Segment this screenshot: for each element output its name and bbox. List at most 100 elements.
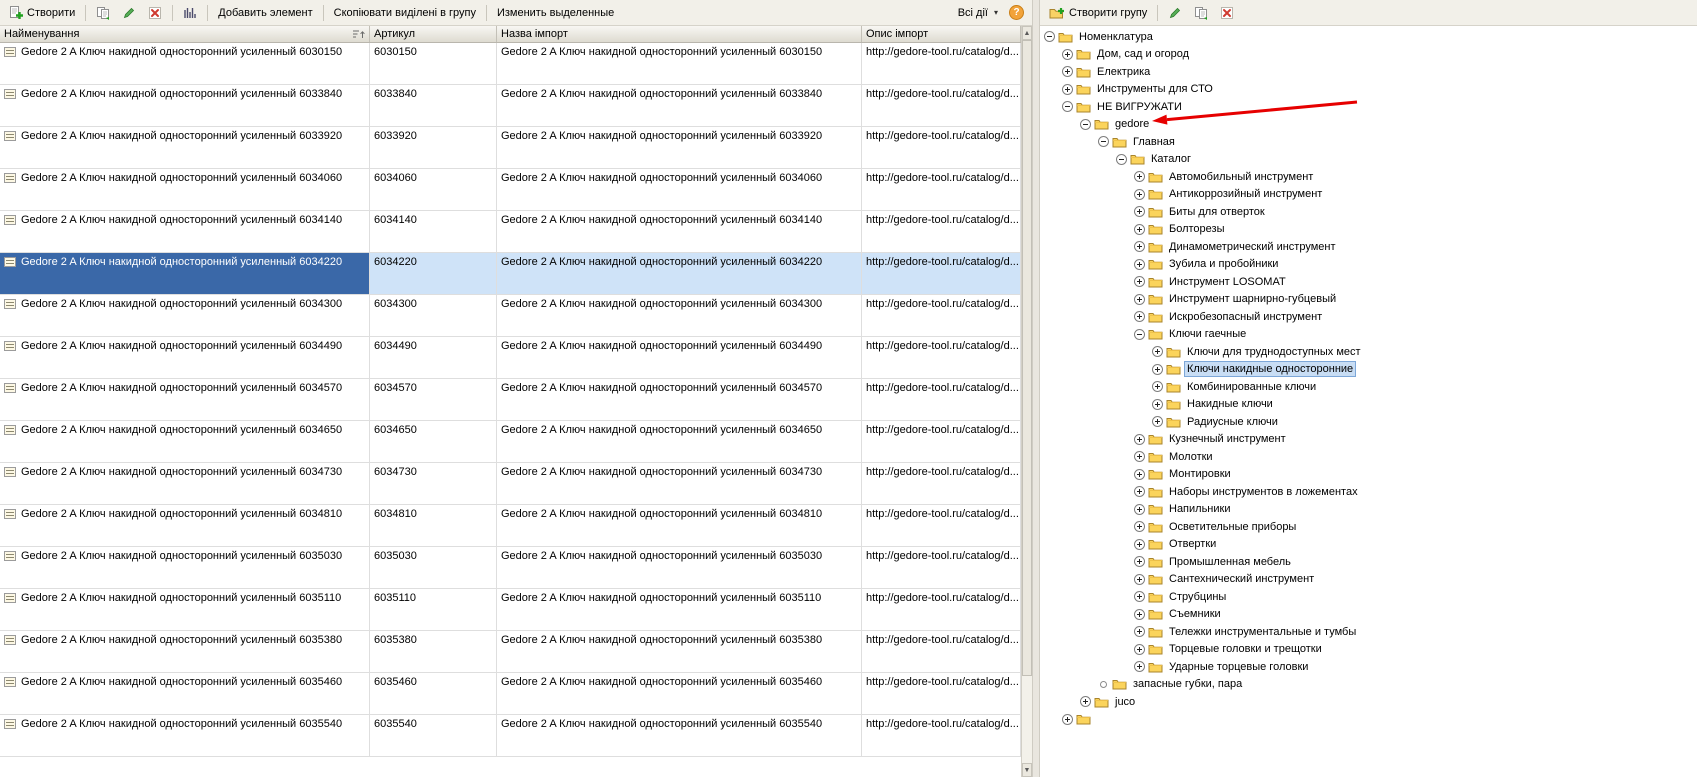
table-row[interactable]: Gedore 2 A Ключ накидной односторонний у… bbox=[0, 673, 1021, 715]
tree-expander-icon[interactable] bbox=[1134, 451, 1145, 463]
tree-item[interactable]: Ключи накидные односторонние bbox=[1040, 361, 1697, 379]
tree-item[interactable]: juco bbox=[1040, 693, 1697, 711]
tree-item[interactable]: Автомобильный инструмент bbox=[1040, 168, 1697, 186]
tree-item[interactable]: Кузнечный инструмент bbox=[1040, 431, 1697, 449]
tree-item[interactable]: Съемники bbox=[1040, 606, 1697, 624]
tree-expander-icon[interactable] bbox=[1134, 626, 1145, 638]
tree-item[interactable]: Инструменты для СТО bbox=[1040, 81, 1697, 99]
set-interval-button[interactable] bbox=[178, 4, 202, 22]
table-row[interactable]: Gedore 2 A Ключ накидной односторонний у… bbox=[0, 463, 1021, 505]
help-button[interactable]: ? bbox=[1009, 5, 1024, 20]
column-header-import-desc[interactable]: Опис імпорт bbox=[862, 26, 1021, 42]
tree-expander-icon[interactable] bbox=[1080, 118, 1091, 130]
tree-item[interactable]: Биты для отверток bbox=[1040, 203, 1697, 221]
table-row[interactable]: Gedore 2 A Ключ накидной односторонний у… bbox=[0, 505, 1021, 547]
tree-item[interactable]: Накидные ключи bbox=[1040, 396, 1697, 414]
tree-expander-icon[interactable] bbox=[1134, 661, 1145, 673]
tree-item[interactable]: Торцевые головки и трещотки bbox=[1040, 641, 1697, 659]
tree-expander-icon[interactable] bbox=[1152, 346, 1163, 358]
scrollbar-thumb[interactable] bbox=[1022, 40, 1032, 677]
tree-expander-icon[interactable] bbox=[1134, 258, 1145, 270]
table-row[interactable]: Gedore 2 A Ключ накидной односторонний у… bbox=[0, 631, 1021, 673]
copy-button[interactable] bbox=[91, 4, 115, 22]
add-element-button[interactable]: Добавить элемент bbox=[213, 5, 317, 21]
tree-expander-icon[interactable] bbox=[1134, 521, 1145, 533]
table-scrollbar[interactable]: ▲ ▼ bbox=[1021, 26, 1032, 777]
tree-expander-icon[interactable] bbox=[1134, 503, 1145, 515]
tree-item[interactable]: Инструмент LOSOMAT bbox=[1040, 273, 1697, 291]
tree-item[interactable]: Ударные торцевые головки bbox=[1040, 658, 1697, 676]
tree-expander-icon[interactable] bbox=[1062, 83, 1073, 95]
tree-expander-icon[interactable] bbox=[1134, 223, 1145, 235]
copy-group-button[interactable] bbox=[1189, 4, 1213, 22]
scroll-down-button[interactable]: ▼ bbox=[1022, 763, 1032, 777]
tree-item[interactable]: Сантехнический инструмент bbox=[1040, 571, 1697, 589]
tree-item[interactable]: Електрика bbox=[1040, 63, 1697, 81]
tree-item[interactable]: Ключи для труднодоступных мест bbox=[1040, 343, 1697, 361]
tree-expander-icon[interactable] bbox=[1152, 416, 1163, 428]
tree-expander-icon[interactable] bbox=[1134, 171, 1145, 183]
tree-expander-icon[interactable] bbox=[1080, 696, 1091, 708]
tree-expander-icon[interactable] bbox=[1134, 293, 1145, 305]
tree-item[interactable]: Дом, сад и огород bbox=[1040, 46, 1697, 64]
tree-expander-icon[interactable] bbox=[1062, 713, 1073, 725]
tree-expander-icon[interactable] bbox=[1062, 101, 1073, 113]
edit-selected-button[interactable]: Изменить выделенные bbox=[492, 5, 619, 21]
table-row[interactable]: Gedore 2 A Ключ накидной односторонний у… bbox=[0, 715, 1021, 757]
scroll-up-button[interactable]: ▲ bbox=[1022, 26, 1032, 40]
tree-item[interactable]: Болторезы bbox=[1040, 221, 1697, 239]
tree-expander-icon[interactable] bbox=[1116, 153, 1127, 165]
tree-expander-icon[interactable] bbox=[1134, 643, 1145, 655]
table-row[interactable]: Gedore 2 A Ключ накидной односторонний у… bbox=[0, 169, 1021, 211]
table-row[interactable]: Gedore 2 A Ключ накидной односторонний у… bbox=[0, 421, 1021, 463]
column-header-article[interactable]: Артикул bbox=[370, 26, 497, 42]
tree-expander-icon[interactable] bbox=[1100, 680, 1107, 688]
tree-item[interactable]: Молотки bbox=[1040, 448, 1697, 466]
tree-item[interactable]: gedore bbox=[1040, 116, 1697, 134]
tree-expander-icon[interactable] bbox=[1134, 241, 1145, 253]
table-row[interactable]: Gedore 2 A Ключ накидной односторонний у… bbox=[0, 547, 1021, 589]
edit-group-button[interactable] bbox=[1163, 4, 1187, 22]
tree-item[interactable]: Струбцины bbox=[1040, 588, 1697, 606]
tree-expander-icon[interactable] bbox=[1134, 311, 1145, 323]
tree-expander-icon[interactable] bbox=[1062, 66, 1073, 78]
delete-group-button[interactable] bbox=[1215, 4, 1239, 22]
tree-expander-icon[interactable] bbox=[1134, 573, 1145, 585]
copy-selected-to-group-button[interactable]: Скопіювати виділені в групу bbox=[329, 5, 481, 21]
table-row[interactable]: Gedore 2 A Ключ накидной односторонний у… bbox=[0, 211, 1021, 253]
tree-item[interactable] bbox=[1040, 711, 1697, 729]
table-row[interactable]: Gedore 2 A Ключ накидной односторонний у… bbox=[0, 379, 1021, 421]
tree-expander-icon[interactable] bbox=[1134, 328, 1145, 340]
tree-item[interactable]: Отвертки bbox=[1040, 536, 1697, 554]
table-row[interactable]: Gedore 2 A Ключ накидной односторонний у… bbox=[0, 295, 1021, 337]
create-group-button[interactable]: Створити групу bbox=[1044, 4, 1152, 22]
tree-item[interactable]: Динамометрический инструмент bbox=[1040, 238, 1697, 256]
tree-expander-icon[interactable] bbox=[1134, 538, 1145, 550]
tree-expander-icon[interactable] bbox=[1134, 556, 1145, 568]
tree-item[interactable]: Осветительные приборы bbox=[1040, 518, 1697, 536]
tree-item[interactable]: запасные губки, пара bbox=[1040, 676, 1697, 694]
tree-expander-icon[interactable] bbox=[1152, 363, 1163, 375]
tree-item[interactable]: Комбинированные ключи bbox=[1040, 378, 1697, 396]
tree-item[interactable]: Искробезопасный инструмент bbox=[1040, 308, 1697, 326]
tree-expander-icon[interactable] bbox=[1152, 381, 1163, 393]
tree-item[interactable]: Инструмент шарнирно-губцевый bbox=[1040, 291, 1697, 309]
tree-expander-icon[interactable] bbox=[1152, 398, 1163, 410]
tree-item[interactable]: Наборы инструментов в ложементах bbox=[1040, 483, 1697, 501]
tree-expander-icon[interactable] bbox=[1098, 136, 1109, 148]
tree-item[interactable]: Радиусные ключи bbox=[1040, 413, 1697, 431]
table-row[interactable]: Gedore 2 A Ключ накидной односторонний у… bbox=[0, 337, 1021, 379]
table-row[interactable]: Gedore 2 A Ключ накидной односторонний у… bbox=[0, 127, 1021, 169]
tree-item[interactable]: Тележки инструментальные и тумбы bbox=[1040, 623, 1697, 641]
tree-item[interactable]: Ключи гаечные bbox=[1040, 326, 1697, 344]
tree-item[interactable]: Каталог bbox=[1040, 151, 1697, 169]
tree-expander-icon[interactable] bbox=[1134, 486, 1145, 498]
all-actions-button[interactable]: Всі дії ▾ bbox=[953, 5, 1003, 21]
pane-splitter[interactable] bbox=[1032, 0, 1040, 777]
delete-button[interactable] bbox=[143, 4, 167, 22]
column-header-name[interactable]: Найменування bbox=[0, 26, 370, 42]
scrollbar-track[interactable] bbox=[1022, 40, 1032, 763]
tree-expander-icon[interactable] bbox=[1062, 48, 1073, 60]
table-row[interactable]: Gedore 2 A Ключ накидной односторонний у… bbox=[0, 253, 1021, 295]
create-button[interactable]: Створити bbox=[4, 4, 80, 22]
